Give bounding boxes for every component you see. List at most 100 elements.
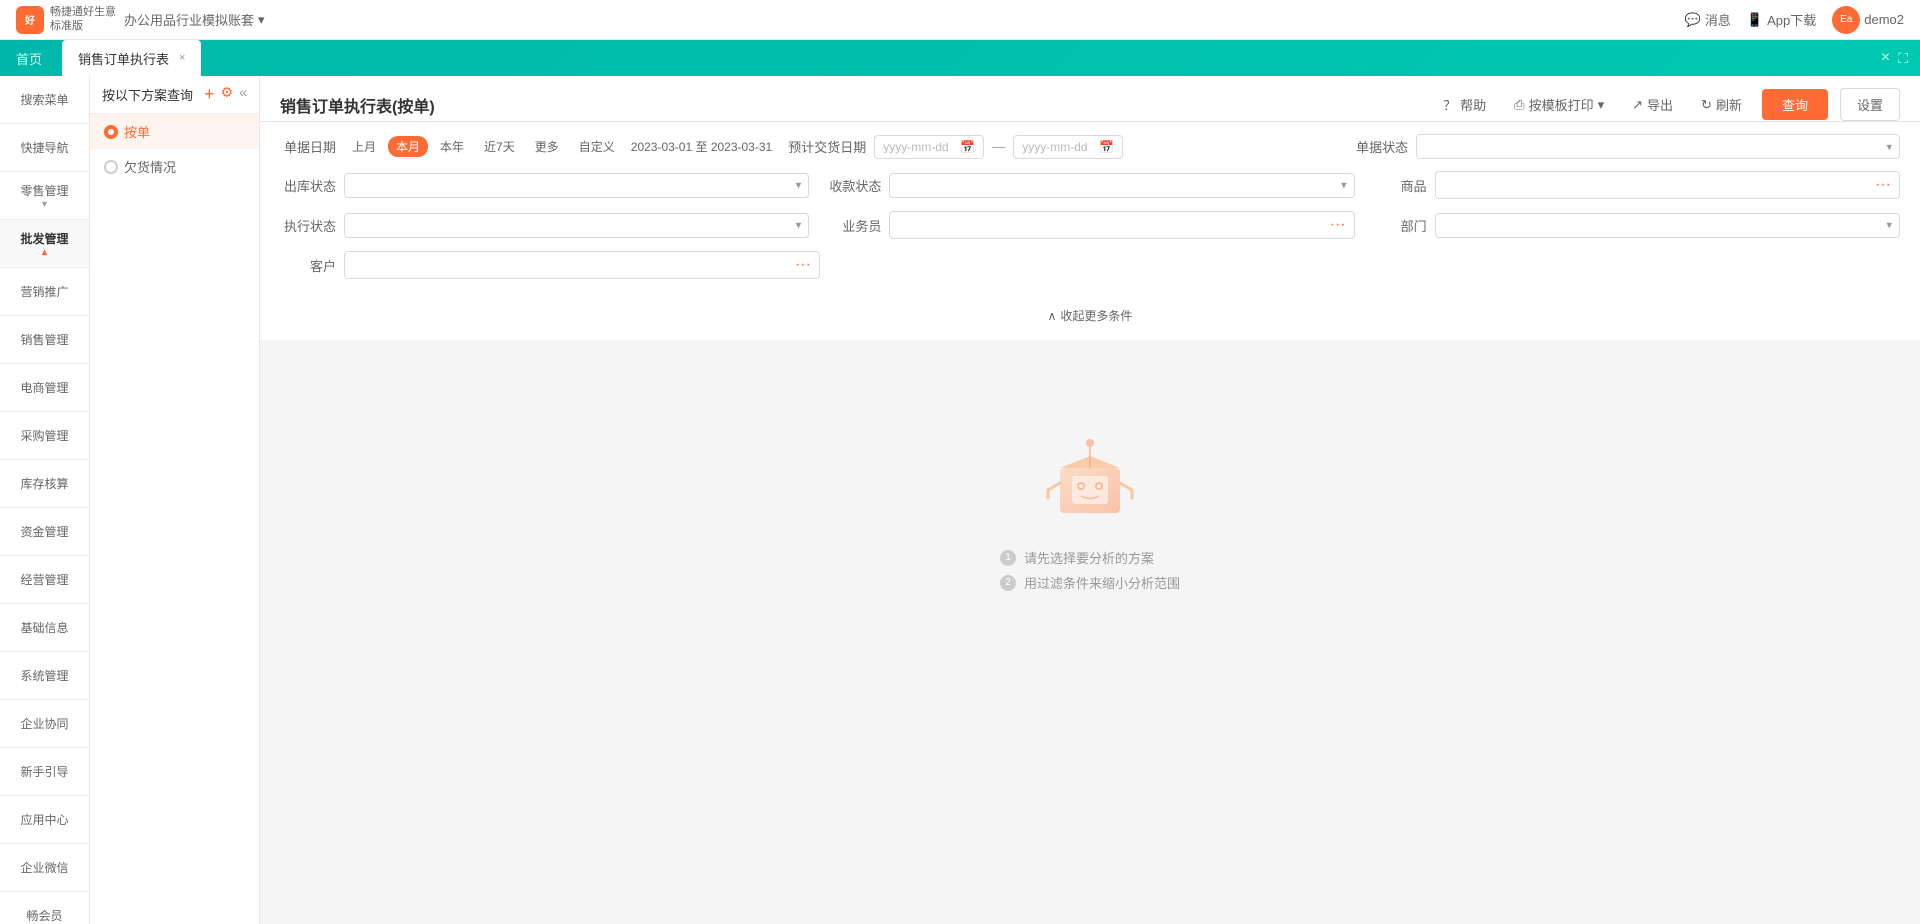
date-tab-custom[interactable]: 自定义 [571, 136, 623, 157]
salesperson-input[interactable]: ··· [889, 211, 1354, 239]
page-actions: ？ 帮助 ⎙ 按模板打印 ▾ ↗ 导出 ↻ [1435, 88, 1900, 121]
sidebar-item-enterprise[interactable]: 企业协同 [0, 700, 89, 748]
customer-dots-btn[interactable]: ··· [795, 256, 811, 274]
app-download-button[interactable]: 📱 App下载 [1747, 10, 1816, 29]
window-close-icon[interactable]: × [1881, 49, 1890, 67]
date-tab-this-month[interactable]: 本月 [388, 136, 428, 157]
filter-row-2: 出库状态 收款状态 [280, 171, 1900, 199]
goods-input[interactable]: ··· [1435, 171, 1900, 199]
messages-button[interactable]: 💬 消息 [1685, 10, 1731, 29]
calendar-icon: 📅 [960, 140, 975, 154]
logo-icon: 好 [16, 6, 44, 34]
goods-label: 商品 [1371, 176, 1427, 195]
pay-status-select[interactable] [889, 173, 1354, 198]
sidebar-item-finance[interactable]: 资金管理 [0, 508, 89, 556]
sub-sidebar-item-scheme-按单[interactable]: 按单 [90, 114, 259, 149]
main-content: 销售订单执行表(按单) ？ 帮助 ⎙ 按模板打印 ▾ ↗ [260, 76, 1920, 924]
tab-bar-actions: × ⛶ [1881, 49, 1920, 67]
company-selector[interactable]: 办公用品行业模拟账套 ▾ [124, 10, 265, 29]
date-tab-7days[interactable]: 近7天 [476, 136, 523, 157]
date-tab-last-month[interactable]: 上月 [344, 136, 384, 157]
user-avatar: Ea [1832, 6, 1860, 34]
expected-date-from[interactable]: yyyy-mm-dd 📅 [874, 135, 984, 159]
tab-bar: 首页 销售订单执行表 × × ⛶ [0, 40, 1920, 76]
sub-sidebar-settings-btn[interactable]: ⚙ [221, 84, 234, 105]
doc-status-group: 单据状态 [1352, 134, 1900, 159]
collapse-button[interactable]: ∧ 收起更多条件 [280, 307, 1900, 324]
goods-dots-btn[interactable]: ··· [1875, 176, 1891, 194]
goods-group: 商品 ··· [1371, 171, 1900, 199]
help-button[interactable]: ？ 帮助 [1435, 91, 1494, 118]
header-left: 好 畅捷通好生意 标准版 办公用品行业模拟账套 ▾ [16, 6, 265, 34]
settings-button[interactable]: 设置 [1840, 88, 1900, 121]
sidebar-item-marketing[interactable]: 营销推广 [0, 268, 89, 316]
sidebar-item-search-menu[interactable]: 搜索菜单 [0, 76, 89, 124]
sidebar-item-sales[interactable]: 销售管理 [0, 316, 89, 364]
filter-area: 单据日期 上月 本月 本年 近7天 更多 自定义 2023-03-01 至 20… [260, 122, 1920, 340]
salesperson-label: 业务员 [825, 216, 881, 235]
empty-tip-1: 1 请先选择要分析的方案 [1000, 548, 1180, 567]
sub-sidebar-add-btn[interactable]: + [204, 84, 215, 105]
doc-date-group: 单据日期 上月 本月 本年 近7天 更多 自定义 2023-03-01 至 20… [280, 136, 772, 157]
empty-tips: 1 请先选择要分析的方案 2 用过滤条件来缩小分析范围 [1000, 548, 1180, 592]
out-storage-select[interactable] [344, 173, 809, 198]
customer-input[interactable]: ··· [344, 251, 820, 279]
doc-date-label: 单据日期 [280, 137, 336, 156]
sub-sidebar-item-scheme-欠货情况[interactable]: 欠货情况 [90, 149, 259, 184]
collapse-icon: ∧ [1048, 309, 1057, 323]
doc-status-select-wrapper [1416, 134, 1900, 159]
dept-label: 部门 [1371, 216, 1427, 235]
sidebar-item-purchase[interactable]: 采购管理 [0, 412, 89, 460]
print-button[interactable]: ⎙ 按模板打印 ▾ [1506, 91, 1612, 118]
query-button[interactable]: 查询 [1762, 89, 1828, 120]
dept-select-wrapper [1435, 213, 1900, 238]
window-maximize-icon[interactable]: ⛶ [1898, 50, 1908, 67]
page-header: 销售订单执行表(按单) ？ 帮助 ⎙ 按模板打印 ▾ ↗ [260, 76, 1920, 122]
calendar-icon-2: 📅 [1099, 140, 1114, 154]
sub-sidebar: 按以下方案查询 + ⚙ « 按单 欠货情况 [90, 76, 260, 924]
sidebar-item-wholesale[interactable]: 批发管理 ▴ [0, 220, 89, 268]
refresh-button[interactable]: ↻ 刷新 [1693, 91, 1750, 118]
sub-sidebar-actions: + ⚙ « [204, 84, 247, 105]
page-title: 销售订单执行表(按单) [280, 93, 435, 117]
export-button[interactable]: ↗ 导出 [1624, 91, 1681, 118]
tab-home[interactable]: 首页 [0, 40, 58, 76]
tab-sales-order[interactable]: 销售订单执行表 × [62, 40, 201, 76]
expected-date-group: 预计交货日期 yyyy-mm-dd 📅 — yyyy-mm-dd 📅 [788, 135, 1336, 159]
empty-illustration [1040, 428, 1140, 528]
sidebar-item-member[interactable]: 畅会员 [0, 892, 89, 924]
sidebar-item-inventory[interactable]: 库存核算 [0, 460, 89, 508]
sidebar-item-system[interactable]: 系统管理 [0, 652, 89, 700]
search-menu-label: 搜索菜单 [20, 91, 68, 108]
sidebar-item-wechat[interactable]: 企业微信 [0, 844, 89, 892]
expected-date-to[interactable]: yyyy-mm-dd 📅 [1013, 135, 1123, 159]
main-layout: 搜索菜单 快捷导航 零售管理 ▾ 批发管理 ▴ 营销推广 销售管理 电商管理 采… [0, 76, 1920, 924]
header-right: 💬 消息 📱 App下载 Ea demo2 [1685, 6, 1904, 34]
sidebar-item-newbie[interactable]: 新手引导 [0, 748, 89, 796]
sub-sidebar-title: 按以下方案查询 [102, 85, 193, 104]
sidebar-item-operations[interactable]: 经营管理 [0, 556, 89, 604]
logo-text: 畅捷通好生意 标准版 [50, 6, 116, 32]
sidebar-item-appcenter[interactable]: 应用中心 [0, 796, 89, 844]
sidebar-item-quick-nav[interactable]: 快捷导航 [0, 124, 89, 172]
dept-select[interactable] [1435, 213, 1900, 238]
sidebar-item-basic[interactable]: 基础信息 [0, 604, 89, 652]
sidebar: 搜索菜单 快捷导航 零售管理 ▾ 批发管理 ▴ 营销推广 销售管理 电商管理 采… [0, 76, 90, 924]
expected-date-label: 预计交货日期 [788, 137, 866, 156]
pay-status-group: 收款状态 [825, 173, 1354, 198]
content-area: 按以下方案查询 + ⚙ « 按单 欠货情况 [90, 76, 1920, 924]
print-dropdown-icon: ▾ [1598, 97, 1605, 113]
pay-status-label: 收款状态 [825, 176, 881, 195]
user-area[interactable]: Ea demo2 [1832, 6, 1904, 34]
sidebar-item-ecommerce[interactable]: 电商管理 [0, 364, 89, 412]
doc-status-select[interactable] [1416, 134, 1900, 159]
date-tab-this-year[interactable]: 本年 [432, 136, 472, 157]
salesperson-dots-btn[interactable]: ··· [1330, 216, 1346, 234]
sub-sidebar-collapse-btn[interactable]: « [239, 84, 247, 105]
tab-close-icon[interactable]: × [179, 52, 185, 64]
sidebar-item-retail[interactable]: 零售管理 ▾ [0, 172, 89, 220]
collapse-section: ∧ 收起更多条件 [280, 291, 1900, 328]
tip-num-1: 1 [1000, 550, 1016, 566]
exec-status-select[interactable] [344, 213, 809, 238]
date-tab-more[interactable]: 更多 [527, 136, 567, 157]
